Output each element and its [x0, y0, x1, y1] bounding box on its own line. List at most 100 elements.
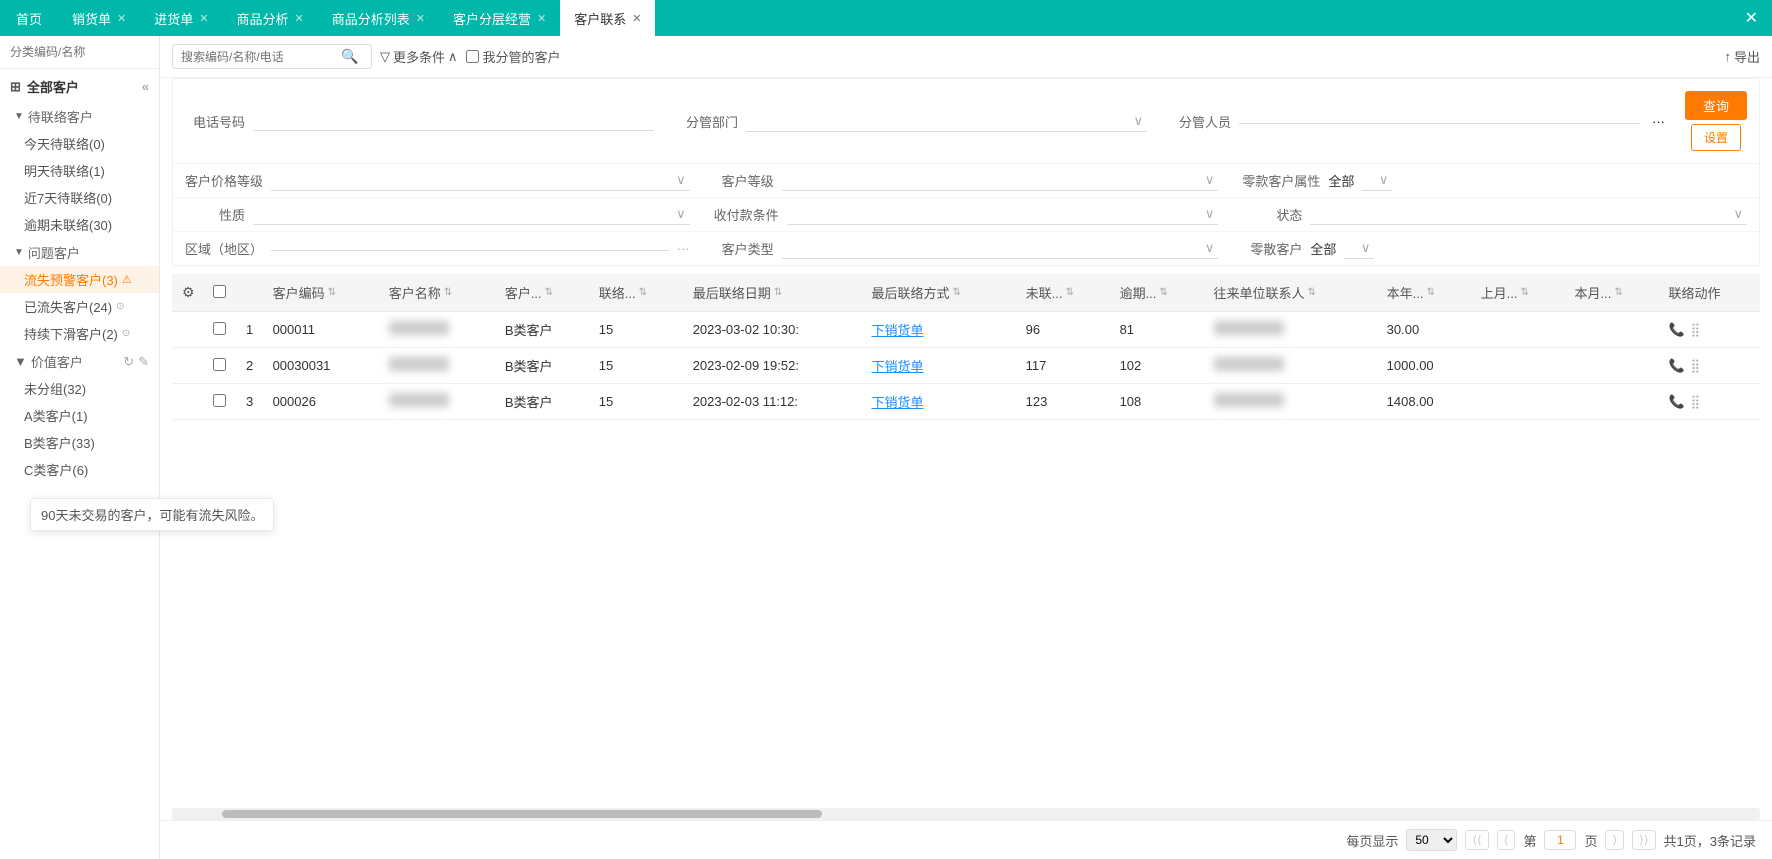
more-conditions-btn[interactable]: ▽ 更多条件 ∧ [380, 47, 458, 66]
cell-checkbox-0[interactable] [205, 312, 235, 348]
refresh-icon[interactable]: ↻ [123, 354, 134, 370]
tab-sales[interactable]: 销货单 ✕ [58, 0, 140, 36]
col-unlinkday[interactable]: 未联... ⇅ [1018, 274, 1112, 312]
tab-sales-close[interactable]: ✕ [117, 12, 126, 25]
col-company-contact[interactable]: 往来单位联系人 ⇅ [1206, 274, 1379, 312]
sidebar-search-input[interactable] [10, 45, 160, 59]
window-close-button[interactable]: ✕ [1731, 8, 1772, 28]
region-select[interactable] [271, 246, 669, 251]
col-this-year[interactable]: 本年... ⇅ [1379, 274, 1473, 312]
method-link-0[interactable]: 下销货单 [871, 323, 923, 338]
cell-action-0[interactable]: 📞 ⣿ [1660, 312, 1760, 348]
col-contact[interactable]: 联络... ⇅ [591, 274, 685, 312]
select-all-checkbox[interactable] [213, 285, 226, 298]
col-last-contact-method[interactable]: 最后联络方式 ⇅ [863, 274, 1017, 312]
person-select[interactable] [1239, 119, 1640, 124]
next-page-btn[interactable]: ⟩ [1605, 830, 1624, 850]
tab-home[interactable]: 首页 [0, 0, 58, 36]
tab-goods-list[interactable]: 商品分析列表 ✕ [318, 0, 439, 36]
row-checkbox-0[interactable] [213, 322, 226, 335]
settings-button[interactable]: 设置 [1691, 124, 1741, 151]
tab-customer-tier[interactable]: 客户分层经营 ✕ [439, 0, 560, 36]
cell-checkbox-2[interactable] [205, 384, 235, 420]
sidebar-item-ungrouped[interactable]: 未分组(32) [0, 375, 159, 402]
row-checkbox-2[interactable] [213, 394, 226, 407]
col-settings[interactable]: ⚙ [172, 274, 205, 312]
col-code[interactable]: 客户编码 ⇅ [265, 274, 381, 312]
sidebar-lost-group[interactable]: ▼ 问题客户 [0, 238, 159, 266]
prev-page-btn[interactable]: ⟨ [1497, 830, 1516, 850]
col-overdue[interactable]: 逾期... ⇅ [1112, 274, 1206, 312]
method-link-2[interactable]: 下销货单 [871, 395, 923, 410]
cell-method-1[interactable]: 下销货单 [863, 348, 1017, 384]
per-page-select[interactable]: 50 20 100 [1406, 829, 1457, 851]
action-more-icon-0[interactable]: ⣿ [1691, 322, 1701, 338]
sidebar-item-already-lost[interactable]: 已流失客户(24) ⊙ [0, 293, 159, 320]
action-icons-0[interactable]: 📞 ⣿ [1668, 322, 1752, 338]
sidebar-item-c-class[interactable]: C类客户(6) [0, 456, 159, 483]
level-select[interactable]: ∨ [782, 170, 1219, 191]
action-icons-2[interactable]: 📞 ⣿ [1668, 394, 1752, 410]
status-select[interactable]: ∨ [1310, 204, 1747, 225]
col-name[interactable]: 客户名称 ⇅ [381, 274, 497, 312]
col-this-month[interactable]: 本月... ⇅ [1567, 274, 1661, 312]
toolbar-search-input[interactable] [181, 50, 341, 64]
action-phone-icon-0[interactable]: 📞 [1668, 322, 1684, 338]
first-page-btn[interactable]: ⟨⟨ [1465, 830, 1488, 850]
sidebar-item-overdue-pending[interactable]: 逾期未联络(30) [0, 211, 159, 238]
action-phone-icon-2[interactable]: 📞 [1668, 394, 1684, 410]
tab-purchase[interactable]: 进货单 ✕ [140, 0, 222, 36]
collapse-icon[interactable]: « [142, 79, 149, 94]
col-last-contact-date[interactable]: 最后联络日期 ⇅ [685, 274, 864, 312]
customer-type-select[interactable]: ∨ [782, 238, 1219, 259]
gender-select[interactable]: ∨ [253, 204, 690, 225]
tab-goods-list-close[interactable]: ✕ [416, 12, 425, 25]
last-page-btn[interactable]: ⟩⟩ [1632, 830, 1655, 850]
cell-action-1[interactable]: 📞 ⣿ [1660, 348, 1760, 384]
page-input[interactable] [1544, 830, 1576, 850]
sidebar-value-group[interactable]: ▼ 价值客户 ↻ ✎ [0, 347, 159, 375]
sidebar-item-b-class[interactable]: B类客户(33) [0, 429, 159, 456]
tab-customer-contact[interactable]: 客户联系 ✕ [560, 0, 655, 36]
col-checkbox-header[interactable] [205, 274, 235, 312]
col-type[interactable]: 客户... ⇅ [497, 274, 591, 312]
export-button[interactable]: ↑ 导出 [1724, 47, 1760, 66]
cell-checkbox-1[interactable] [205, 348, 235, 384]
price-level-select[interactable]: ∨ [271, 170, 690, 191]
person-more-dots[interactable]: ··· [1652, 114, 1673, 129]
sidebar-item-7day-pending[interactable]: 近7天待联络(0) [0, 184, 159, 211]
my-customers-checkbox[interactable] [466, 50, 479, 63]
sidebar-pending-group[interactable]: ▼ 待联络客户 [0, 102, 159, 130]
sidebar-all-customers[interactable]: ⊞ 全部客户 « [0, 69, 159, 102]
tab-customer-tier-close[interactable]: ✕ [537, 12, 546, 25]
my-customers-checkbox-label[interactable]: 我分管的客户 [466, 47, 561, 66]
region-more-dots[interactable]: ··· [677, 241, 690, 256]
edit-icon[interactable]: ✎ [138, 354, 149, 370]
sidebar-item-lost-warning[interactable]: 流失预警客户(3) ⚠ [0, 266, 159, 293]
tab-purchase-close[interactable]: ✕ [199, 12, 208, 25]
method-link-1[interactable]: 下销货单 [871, 359, 923, 374]
zero-attr-select[interactable]: ∨ [1362, 170, 1392, 191]
cell-method-0[interactable]: 下销货单 [863, 312, 1017, 348]
row-checkbox-1[interactable] [213, 358, 226, 371]
sidebar-item-declining[interactable]: 持续下滑客户(2) ⊙ [0, 320, 159, 347]
payment-select[interactable]: ∨ [787, 204, 1219, 225]
query-button[interactable]: 查询 [1685, 91, 1747, 120]
phone-input[interactable] [253, 112, 654, 131]
cell-method-2[interactable]: 下销货单 [863, 384, 1017, 420]
action-more-icon-2[interactable]: ⣿ [1691, 394, 1701, 410]
sidebar-item-a-class[interactable]: A类客户(1) [0, 402, 159, 429]
tab-goods-analysis[interactable]: 商品分析 ✕ [222, 0, 317, 36]
zero-customer-select[interactable]: ∨ [1344, 238, 1374, 259]
action-more-icon-1[interactable]: ⣿ [1691, 358, 1701, 374]
tab-goods-analysis-close[interactable]: ✕ [295, 12, 304, 25]
table-scrollbar-thumb[interactable] [222, 810, 822, 818]
action-icons-1[interactable]: 📞 ⣿ [1668, 358, 1752, 374]
col-last-month[interactable]: 上月... ⇅ [1473, 274, 1567, 312]
tab-customer-contact-close[interactable]: ✕ [632, 12, 641, 25]
table-gear-button[interactable]: ⚙ [180, 282, 197, 303]
cell-action-2[interactable]: 📞 ⣿ [1660, 384, 1760, 420]
sidebar-item-today-pending[interactable]: 今天待联络(0) [0, 130, 159, 157]
toolbar-search-icon[interactable]: 🔍 [341, 48, 358, 65]
table-scrollbar-area[interactable] [172, 808, 1760, 820]
